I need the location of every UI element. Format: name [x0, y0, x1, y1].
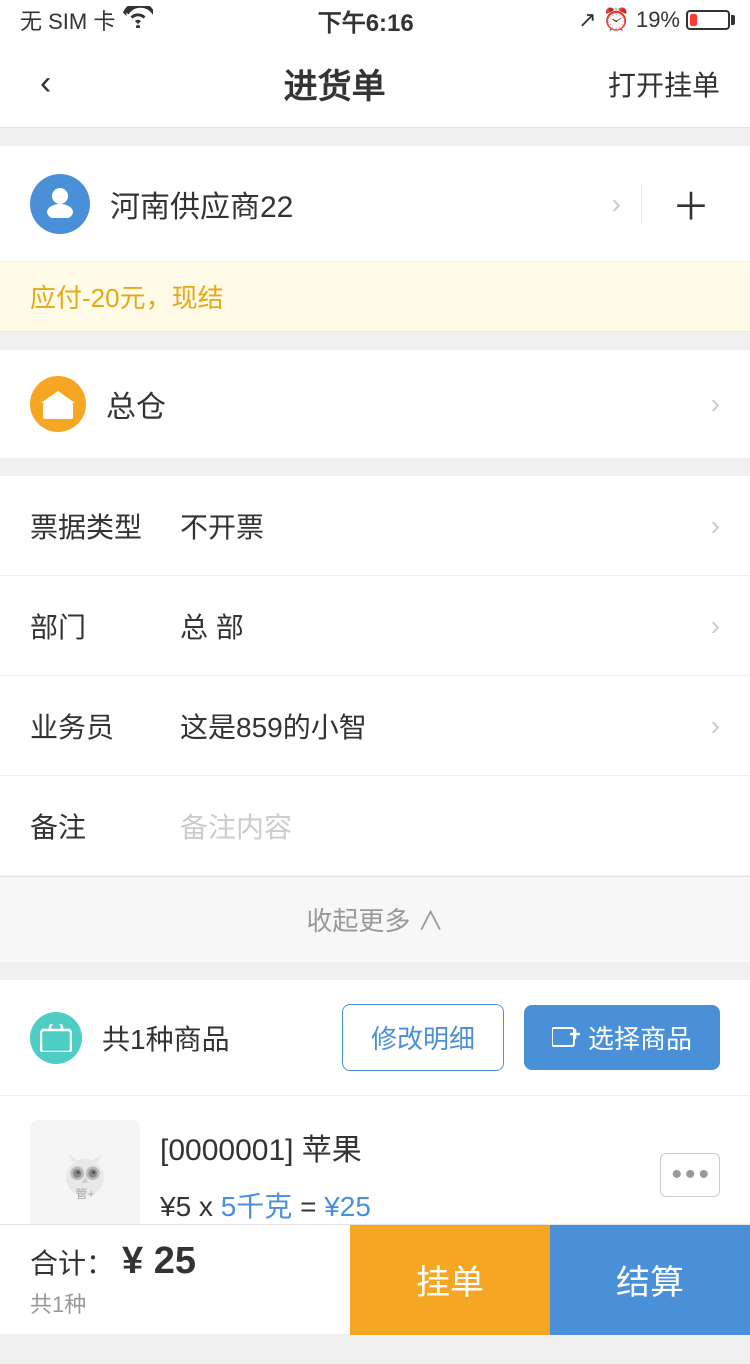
supplier-row[interactable]: 河南供应商22 › ＋	[0, 146, 750, 262]
collapse-label: 收起更多 ∧	[306, 906, 443, 936]
divider-3	[0, 458, 750, 476]
warehouse-name: 总仓	[106, 382, 711, 426]
product-thumbnail: 管+	[30, 1120, 140, 1230]
salesperson-label: 业务员	[30, 706, 160, 746]
collapse-bar[interactable]: 收起更多 ∧	[0, 876, 750, 962]
back-button[interactable]: ‹	[30, 54, 61, 113]
product-header: 共1种商品 修改明细 选择商品	[0, 980, 750, 1096]
remark-label: 备注	[30, 806, 160, 846]
notice-bar: 应付-20元，现结	[0, 262, 750, 332]
supplier-section: 河南供应商22 › ＋ 应付-20元，现结	[0, 146, 750, 332]
more-button[interactable]: •••	[660, 1153, 720, 1197]
invoice-chevron-icon: ›	[711, 510, 720, 542]
status-time: 下午6:16	[318, 3, 414, 38]
salesperson-value: 这是859的小智	[160, 706, 711, 746]
product-count-text: 共1种商品	[102, 1018, 322, 1058]
total-sub: 共1种	[30, 1287, 320, 1319]
status-left: 无 SIM 卡	[20, 4, 153, 36]
divider-1	[0, 128, 750, 146]
footer-total: 合计： ¥ 25 共1种	[0, 1240, 350, 1319]
equals: =	[300, 1191, 324, 1222]
salesperson-chevron-icon: ›	[711, 710, 720, 742]
svg-text:管+: 管+	[75, 1186, 94, 1201]
form-section: 票据类型 不开票 › 部门 总 部 › 业务员 这是859的小智 › 备注 备注…	[0, 476, 750, 876]
remark-row[interactable]: 备注 备注内容	[0, 776, 750, 876]
warehouse-icon	[30, 376, 86, 432]
battery-percent: 19%	[636, 7, 680, 33]
location-icon: ↗	[578, 7, 596, 33]
battery-icon	[686, 10, 730, 30]
avatar-icon	[42, 182, 78, 225]
remark-input[interactable]: 备注内容	[160, 806, 720, 846]
product-count-icon	[30, 1012, 82, 1064]
quantity: 5千克	[221, 1191, 293, 1222]
supplier-chevron-icon: ›	[612, 188, 621, 220]
alarm-icon: ⏰	[603, 7, 630, 33]
checkout-button[interactable]: 结算	[550, 1225, 750, 1335]
total-main: 合计： ¥ 25	[30, 1240, 320, 1283]
invoice-value: 不开票	[160, 506, 711, 546]
invoice-label: 票据类型	[30, 506, 160, 546]
salesperson-row[interactable]: 业务员 这是859的小智 ›	[0, 676, 750, 776]
department-label: 部门	[30, 606, 160, 646]
add-button[interactable]: ＋	[662, 172, 720, 235]
status-right: ↗ ⏰ 19%	[578, 7, 730, 33]
warehouse-row[interactable]: 总仓 ›	[0, 350, 750, 458]
product-code: [0000001]	[160, 1134, 302, 1167]
total-label: 合计：	[30, 1242, 114, 1282]
divider-2	[0, 332, 750, 350]
status-bar: 无 SIM 卡 下午6:16 ↗ ⏰ 19%	[0, 0, 750, 40]
invoice-row[interactable]: 票据类型 不开票 ›	[0, 476, 750, 576]
divider-4	[0, 962, 750, 980]
no-sim-text: 无 SIM 卡	[20, 4, 115, 36]
warehouse-section: 总仓 ›	[0, 350, 750, 458]
department-value: 总 部	[160, 606, 711, 646]
supplier-name: 河南供应商22	[110, 182, 612, 226]
unit-price: ¥5 x	[160, 1191, 221, 1222]
supplier-avatar	[30, 174, 90, 234]
product-price: ¥5 x 5千克 = ¥25	[160, 1185, 640, 1225]
department-chevron-icon: ›	[711, 610, 720, 642]
header: ‹ 进货单 打开挂单	[0, 40, 750, 128]
product-title: 苹果	[302, 1134, 362, 1167]
footer: 合计： ¥ 25 共1种 挂单 结算	[0, 1224, 750, 1334]
total-amount: ¥ 25	[122, 1240, 196, 1283]
notice-text: 应付-20元，现结	[30, 283, 224, 313]
product-name: [0000001] 苹果	[160, 1125, 640, 1169]
page-title: 进货单	[284, 59, 386, 108]
divider-v	[641, 184, 642, 224]
department-row[interactable]: 部门 总 部 ›	[0, 576, 750, 676]
open-hang-button[interactable]: 打开挂单	[608, 64, 720, 104]
owl-logo-icon: 管+	[55, 1145, 115, 1205]
product-info: [0000001] 苹果 ¥5 x 5千克 = ¥25	[160, 1125, 640, 1225]
select-product-label: 选择商品	[588, 1019, 692, 1056]
hang-button[interactable]: 挂单	[350, 1225, 550, 1335]
select-product-button[interactable]: 选择商品	[524, 1005, 720, 1070]
wifi-icon	[123, 6, 153, 34]
total-price: ¥25	[324, 1191, 371, 1222]
warehouse-chevron-icon: ›	[711, 388, 720, 420]
edit-detail-button[interactable]: 修改明细	[342, 1004, 504, 1071]
